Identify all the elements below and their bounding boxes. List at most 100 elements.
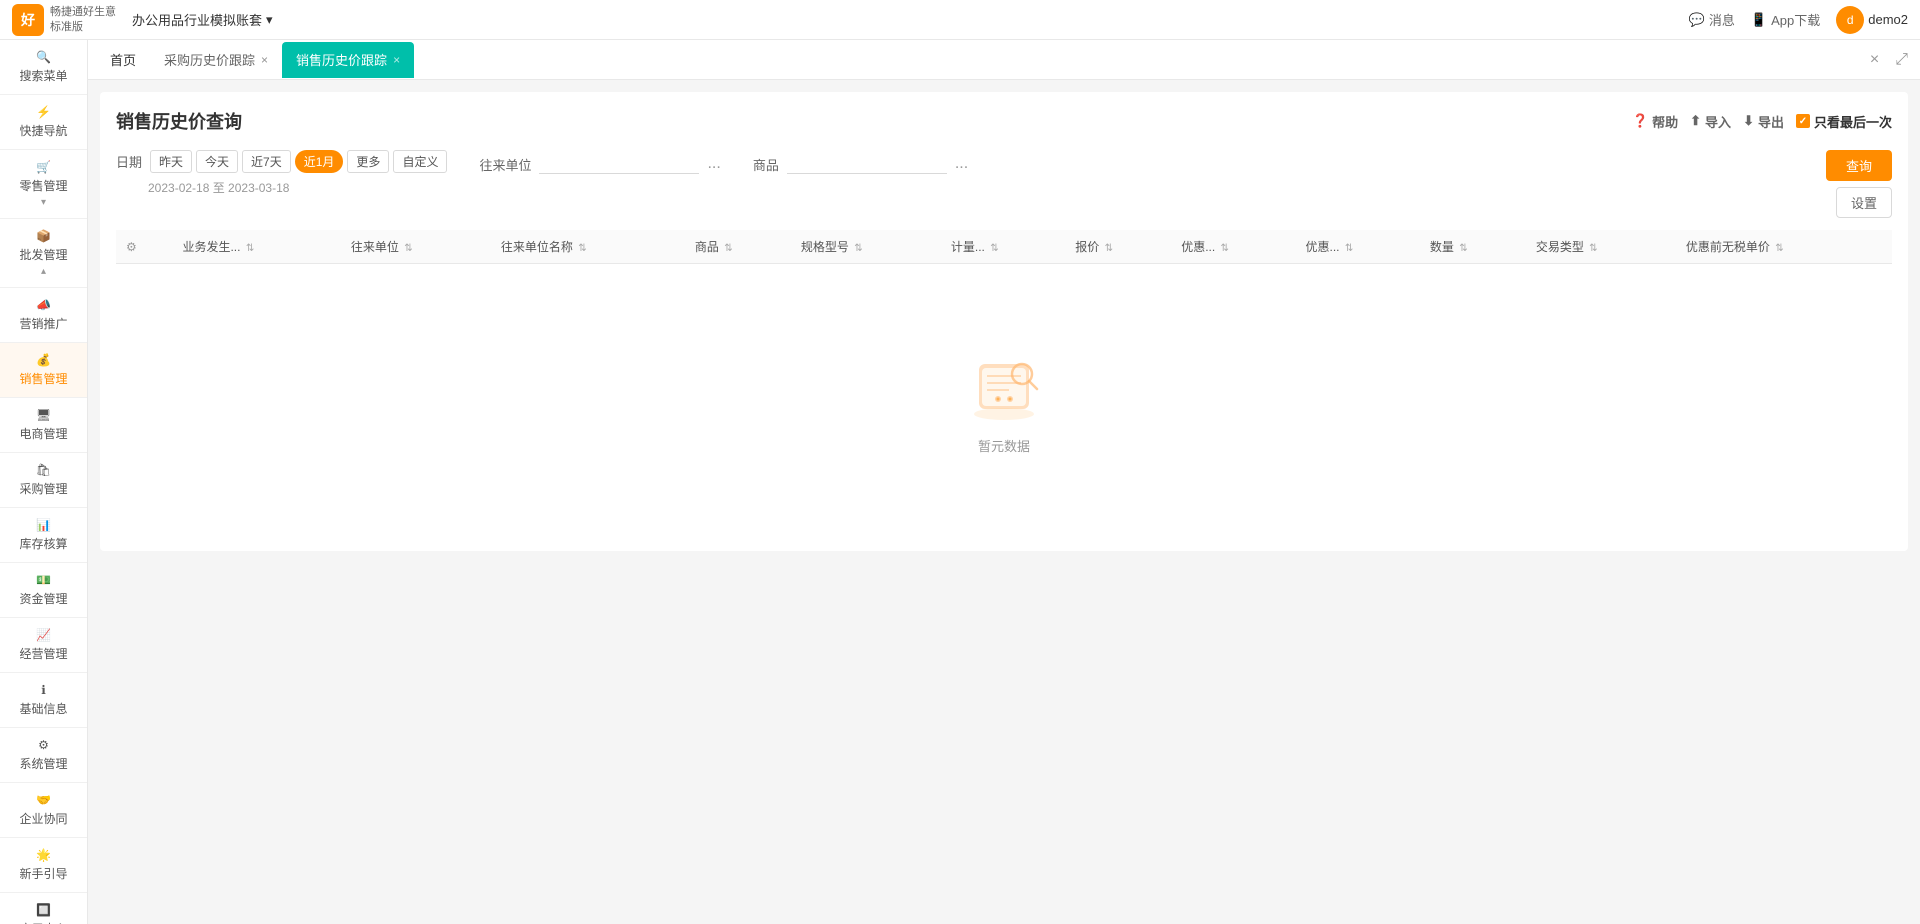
tab-purchase-history[interactable]: 采购历史价跟踪 × — [150, 42, 282, 78]
basic-info-icon: ℹ — [41, 683, 46, 697]
sidebar-item-label: 基础信息 — [19, 700, 67, 717]
empty-icon — [954, 344, 1054, 424]
empty-illustration — [954, 344, 1054, 424]
sidebar-item-purchase[interactable]: 🛍 采购管理 — [0, 453, 87, 508]
page-title: 销售历史价查询 — [116, 108, 242, 134]
date-btn-custom[interactable]: 自定义 — [393, 150, 447, 173]
sidebar-item-sales[interactable]: 💰 销售管理 — [0, 343, 87, 398]
sidebar-item-label: 企业协同 — [19, 810, 67, 827]
filter-goods-group: 商品 ... — [753, 154, 968, 174]
message-icon: 💬 — [1689, 12, 1705, 28]
close-sales-tab-button[interactable]: × — [393, 53, 400, 67]
tab-sales-history[interactable]: 销售历史价跟踪 × — [282, 42, 414, 78]
sidebar-item-marketing[interactable]: 📣 营销推广 — [0, 288, 87, 343]
message-action[interactable]: 💬 消息 — [1689, 10, 1735, 29]
query-button[interactable]: 查询 — [1826, 150, 1892, 181]
sales-icon: 💰 — [36, 353, 51, 367]
sidebar: 🔍 搜索菜单 ⚡ 快捷导航 🛒 零售管理 ▾ 📦 批发管理 ▴ 📣 营销推广 💰… — [0, 40, 88, 924]
enterprise-icon: 🤝 — [36, 793, 51, 807]
import-action[interactable]: ⬆ 导入 — [1690, 112, 1731, 131]
sort-icon: ⇅ — [724, 243, 732, 254]
filter-goods-label: 商品 — [753, 155, 779, 174]
th-partner-name[interactable]: 往来单位名称 ⇅ — [491, 230, 685, 264]
sidebar-item-inventory[interactable]: 📊 库存核算 — [0, 508, 87, 563]
sort-icon: ⇅ — [854, 243, 862, 254]
export-action[interactable]: ⬇ 导出 — [1743, 112, 1784, 131]
app-center-icon: 🔲 — [36, 903, 51, 917]
close-all-tabs-button[interactable]: × — [1866, 47, 1883, 73]
th-trade-type[interactable]: 交易类型 ⇅ — [1526, 230, 1676, 264]
th-unit[interactable]: 计量... ⇅ — [941, 230, 1065, 264]
th-discount1[interactable]: 优惠... ⇅ — [1171, 230, 1295, 264]
sidebar-item-search-menu[interactable]: 🔍 搜索菜单 — [0, 40, 87, 95]
partner-picker-button[interactable]: ... — [707, 155, 720, 173]
help-action[interactable]: ❓ 帮助 — [1632, 112, 1678, 131]
only-last-checkbox[interactable]: ✓ — [1796, 114, 1810, 128]
sidebar-item-wholesale[interactable]: 📦 批发管理 ▴ — [0, 219, 87, 288]
filter-date-group: 日期 昨天 今天 近7天 近1月 更多 自定义 — [116, 150, 447, 173]
maximize-button[interactable]: ⤢ — [1891, 47, 1912, 73]
date-btn-today[interactable]: 今天 — [196, 150, 238, 173]
only-last-checkbox-area[interactable]: ✓ 只看最后一次 — [1796, 112, 1892, 131]
sidebar-item-label: 营销推广 — [19, 315, 67, 332]
sidebar-item-operations[interactable]: 📈 经营管理 — [0, 618, 87, 673]
column-settings-icon[interactable]: ⚙ — [126, 240, 137, 254]
close-purchase-tab-button[interactable]: × — [261, 53, 268, 67]
purchase-icon: 🛍 — [36, 463, 51, 477]
sidebar-item-ecommerce[interactable]: 🖥 电商管理 — [0, 398, 87, 453]
date-btn-last7days[interactable]: 近7天 — [242, 150, 291, 173]
sidebar-item-retail[interactable]: 🛒 零售管理 ▾ — [0, 150, 87, 219]
date-btn-yesterday[interactable]: 昨天 — [150, 150, 192, 173]
sort-icon: ⇅ — [404, 243, 412, 254]
th-quantity[interactable]: 数量 ⇅ — [1420, 230, 1526, 264]
avatar: d — [1836, 6, 1864, 34]
operations-icon: 📈 — [36, 628, 51, 642]
sidebar-item-app-center[interactable]: 🔲 应用中心 — [0, 893, 87, 924]
logo-icon: 好 — [12, 4, 44, 36]
empty-text: 暂元数据 — [978, 436, 1030, 455]
th-discount2[interactable]: 优惠... ⇅ — [1296, 230, 1420, 264]
tab-home-label: 首页 — [110, 50, 136, 69]
sidebar-item-finance[interactable]: 💵 资金管理 — [0, 563, 87, 618]
app-selector[interactable]: 办公用品行业模拟账套 ▾ — [124, 6, 281, 33]
settings-button[interactable]: 设置 — [1836, 187, 1892, 218]
sidebar-item-quick-nav[interactable]: ⚡ 快捷导航 — [0, 95, 87, 150]
sidebar-item-basic-info[interactable]: ℹ 基础信息 — [0, 673, 87, 728]
th-quoted-price[interactable]: 报价 ⇅ — [1065, 230, 1171, 264]
sidebar-item-system[interactable]: ⚙ 系统管理 — [0, 728, 87, 783]
th-partner-id[interactable]: 往来单位 ⇅ — [341, 230, 491, 264]
th-settings[interactable]: ⚙ — [116, 230, 172, 264]
th-goods[interactable]: 商品 ⇅ — [685, 230, 791, 264]
th-spec[interactable]: 规格型号 ⇅ — [791, 230, 941, 264]
content-area: 首页 采购历史价跟踪 × 销售历史价跟踪 × × ⤢ 销售历史价查询 — [88, 40, 1920, 924]
sort-icon: ⇅ — [1345, 243, 1353, 254]
app-download-action[interactable]: 📱 App下载 — [1751, 10, 1820, 29]
sidebar-item-enterprise[interactable]: 🤝 企业协同 — [0, 783, 87, 838]
sidebar-item-label: 资金管理 — [19, 590, 67, 607]
sidebar-item-label: 电商管理 — [19, 425, 67, 442]
help-icon: ❓ — [1632, 113, 1648, 129]
date-btn-last1month[interactable]: 近1月 — [295, 150, 344, 173]
sort-icon: ⇅ — [1775, 243, 1783, 254]
date-btn-more[interactable]: 更多 — [347, 150, 389, 173]
date-range-display: 2023-02-18 至 2023-03-18 — [148, 181, 289, 195]
sort-icon: ⇅ — [578, 243, 586, 254]
filter-partner-group: 往来单位 ... — [479, 154, 720, 174]
download-icon: 📱 — [1751, 12, 1767, 28]
th-biz-date[interactable]: 业务发生... ⇅ — [172, 230, 340, 264]
user-area[interactable]: d demo2 — [1836, 6, 1908, 34]
only-last-label: 只看最后一次 — [1814, 112, 1892, 131]
sidebar-item-label: 搜索菜单 — [19, 67, 67, 84]
partner-input[interactable] — [539, 154, 699, 174]
chevron-up-icon: ▴ — [41, 266, 46, 277]
table-header-row: ⚙ 业务发生... ⇅ 往来单位 ⇅ — [116, 230, 1892, 264]
sidebar-item-label: 零售管理 — [19, 177, 67, 194]
page-title-row: 销售历史价查询 ❓ 帮助 ⬆ 导入 ⬇ 导出 — [116, 108, 1892, 134]
page-content: 销售历史价查询 ❓ 帮助 ⬆ 导入 ⬇ 导出 — [88, 80, 1920, 924]
goods-input[interactable] — [787, 154, 947, 174]
sidebar-item-guide[interactable]: 🌟 新手引导 — [0, 838, 87, 893]
tab-home[interactable]: 首页 — [96, 42, 150, 78]
goods-picker-button[interactable]: ... — [955, 155, 968, 173]
search-icon: 🔍 — [36, 50, 51, 64]
th-pre-tax-price[interactable]: 优惠前无税单价 ⇅ — [1676, 230, 1892, 264]
